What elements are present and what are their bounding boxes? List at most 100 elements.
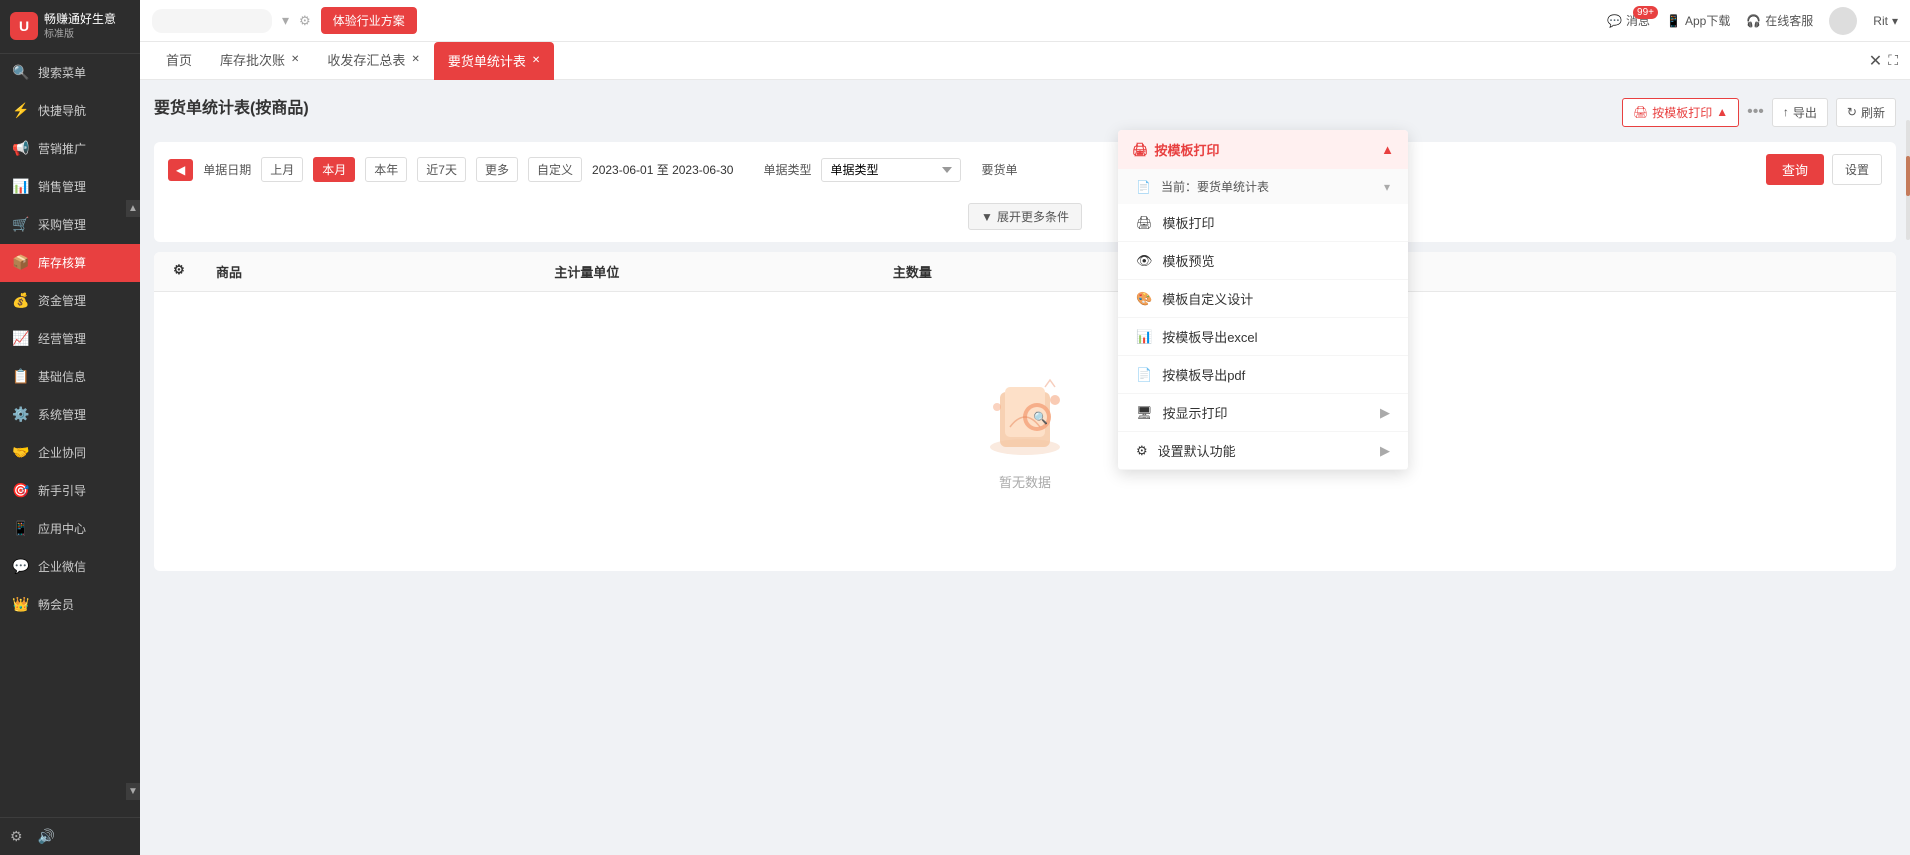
dropdown-display-print[interactable]: 🖥 按显示打印 ▶ [1118,394,1408,432]
headset-icon: 🎧 [1746,14,1761,28]
sidebar-item-operations[interactable]: 📈 经营管理 [0,320,140,358]
date-last-month[interactable]: 上月 [261,157,303,182]
date-more[interactable]: 更多 [476,157,518,182]
sidebar-item-shortcut[interactable]: ⚡ 快捷导航 [0,92,140,130]
expand-down-icon: ▼ [981,210,993,224]
empty-state-icon: 🔍 [975,372,1075,462]
scrollbar-thumb[interactable] [1906,156,1910,196]
sidebar-item-inventory[interactable]: 📦 库存核算 [0,244,140,282]
sidebar-item-sales[interactable]: 📊 销售管理 [0,168,140,206]
dropdown-header[interactable]: 🖨 按模板打印 ▲ [1118,130,1408,169]
tab-inventory-batch-close[interactable]: ✕ [291,54,299,65]
apps-icon: 📱 [12,520,30,538]
print-btn[interactable]: 🖨 按模板打印 ▲ [1622,98,1739,127]
topbar-search-display [152,9,272,33]
chevron-down-icon: ▾ [1892,14,1898,28]
svg-text:🔍: 🔍 [1033,410,1048,425]
default-func-left: ⚙ 设置默认功能 [1136,441,1236,460]
dropdown-item-export-pdf[interactable]: 📄 按模板导出pdf [1118,356,1408,394]
settings-btn[interactable]: 设置 [1832,154,1882,185]
action-buttons: 🖨 按模板打印 ▲ ••• ↑ 导出 ↻ 刷新 [1622,98,1896,127]
tab-order-summary-close[interactable]: ✕ [532,55,540,66]
tab-bar: 首页 库存批次账 ✕ 收发存汇总表 ✕ 要货单统计表 ✕ ✕ ⛶ [140,42,1910,80]
sidebar-bottom: ⚙ 🔊 [0,817,140,855]
sidebar-item-basic[interactable]: 📋 基础信息 [0,358,140,396]
display-print-icon: 🖥 [1136,405,1153,421]
dropdown-chevron-up[interactable]: ▲ [1381,142,1394,157]
sales-icon: 📊 [12,178,30,196]
sidebar-item-enterprise[interactable]: 🤝 企业协同 [0,434,140,472]
print-btn-chevron: ▲ [1716,105,1728,119]
tab-maximize-window[interactable]: ⛶ [1888,52,1898,69]
sidebar-logo: U 畅赚通好生意 标准版 [0,0,140,54]
tab-home[interactable]: 首页 [152,42,206,80]
dropdown-item-template-preview[interactable]: 👁 模板预览 [1118,242,1408,280]
current-template-left: 📄 当前：要货单统计表 [1136,178,1269,195]
page-content: 要货单统计表(按商品) 🖨 按模板打印 ▲ ••• ↑ 导出 ↻ 刷新 [140,80,1910,855]
refresh-icon: ↻ [1847,105,1857,119]
refresh-btn[interactable]: ↻ 刷新 [1836,98,1896,127]
system-icon: ⚙️ [12,406,30,424]
sidebar-item-purchase[interactable]: 🛒 采购管理 [0,206,140,244]
template-print-icon: 🖨 [1136,215,1153,231]
dropdown-item-template-custom[interactable]: 🎨 模板自定义设计 [1118,280,1408,318]
sound-icon[interactable]: 🔊 [38,828,55,845]
col-settings[interactable]: ⚙ [154,252,204,291]
query-btn[interactable]: 查询 [1766,154,1824,185]
order-type-label: 要货单 [981,161,1017,178]
tab-receivable-summary[interactable]: 收发存汇总表 ✕ [313,42,433,80]
doc-type-label: 单据类型 [763,161,811,178]
sidebar-item-finance[interactable]: 💰 资金管理 [0,282,140,320]
sidebar-scroll-down[interactable]: ▼ [126,783,140,800]
user-avatar[interactable] [1829,7,1857,35]
dropdown-item-export-excel[interactable]: 📊 按模板导出excel [1118,318,1408,356]
topbar-gear-icon[interactable]: ⚙ [299,13,311,29]
settings-bottom-icon[interactable]: ⚙ [10,828,23,845]
date-custom[interactable]: 自定义 [528,157,582,182]
current-template-icon: 📄 [1136,180,1151,194]
table-settings-icon[interactable]: ⚙ [173,262,185,277]
dropdown-item-template-print[interactable]: 🖨 模板打印 [1118,204,1408,242]
phone-icon: 📱 [1666,14,1681,28]
sidebar-item-guide[interactable]: 🎯 新手引导 [0,472,140,510]
date-this-year[interactable]: 本年 [365,157,407,182]
marketing-icon: 📢 [12,140,30,158]
default-func-icon: ⚙ [1136,443,1148,459]
tab-order-summary[interactable]: 要货单统计表 ✕ [434,42,554,80]
topbar-dropdown-icon[interactable]: ▾ [282,12,289,29]
purchase-icon: 🛒 [12,216,30,234]
printer-icon: 🖨 [1633,105,1648,119]
sidebar-scroll-up[interactable]: ▲ [126,200,140,217]
current-template-row[interactable]: 📄 当前：要货单统计表 ▾ [1118,169,1408,204]
tab-receivable-summary-close[interactable]: ✕ [411,54,419,65]
member-icon: 👑 [12,596,30,614]
online-service-item[interactable]: 🎧 在线客服 [1746,12,1813,29]
app-download-item[interactable]: 📱 App下载 [1666,12,1730,29]
messages-item[interactable]: 💬 消息 99+ [1607,12,1650,29]
tab-close-window[interactable]: ✕ [1869,51,1882,71]
col-extra [1558,252,1896,291]
template-custom-icon: 🎨 [1136,291,1152,307]
main-content: ▾ ⚙ 体验行业方案 💬 消息 99+ 📱 App下载 🎧 在线客服 Rit ▾ [140,0,1910,855]
sidebar-item-system[interactable]: ⚙️ 系统管理 [0,396,140,434]
sidebar-item-member[interactable]: 👑 畅会员 [0,586,140,624]
expand-more-btn[interactable]: ▼ 展开更多条件 [968,203,1082,230]
username-display[interactable]: Rit ▾ [1873,14,1898,28]
sidebar-item-search[interactable]: 🔍 搜索菜单 [0,54,140,92]
col-unit: 主计量单位 [542,252,880,291]
right-scrollbar[interactable] [1906,120,1910,240]
doc-type-select[interactable]: 单据类型 [821,158,961,182]
sidebar-item-marketing[interactable]: 📢 营销推广 [0,130,140,168]
sidebar-item-wechat[interactable]: 💬 企业微信 [0,548,140,586]
sidebar-item-apps[interactable]: 📱 应用中心 [0,510,140,548]
print-more-icon[interactable]: ••• [1747,103,1764,121]
date-this-month[interactable]: 本月 [313,157,355,182]
experience-btn[interactable]: 体验行业方案 [321,7,417,34]
export-btn[interactable]: ↑ 导出 [1772,98,1828,127]
date-last-7-days[interactable]: 近7天 [417,157,466,182]
collapse-filter-btn[interactable]: ◀ [168,159,193,181]
dropdown-default-func[interactable]: ⚙ 设置默认功能 ▶ [1118,432,1408,470]
default-func-chevron: ▶ [1380,443,1390,459]
tab-inventory-batch[interactable]: 库存批次账 ✕ [206,42,313,80]
message-icon: 💬 [1607,14,1622,28]
